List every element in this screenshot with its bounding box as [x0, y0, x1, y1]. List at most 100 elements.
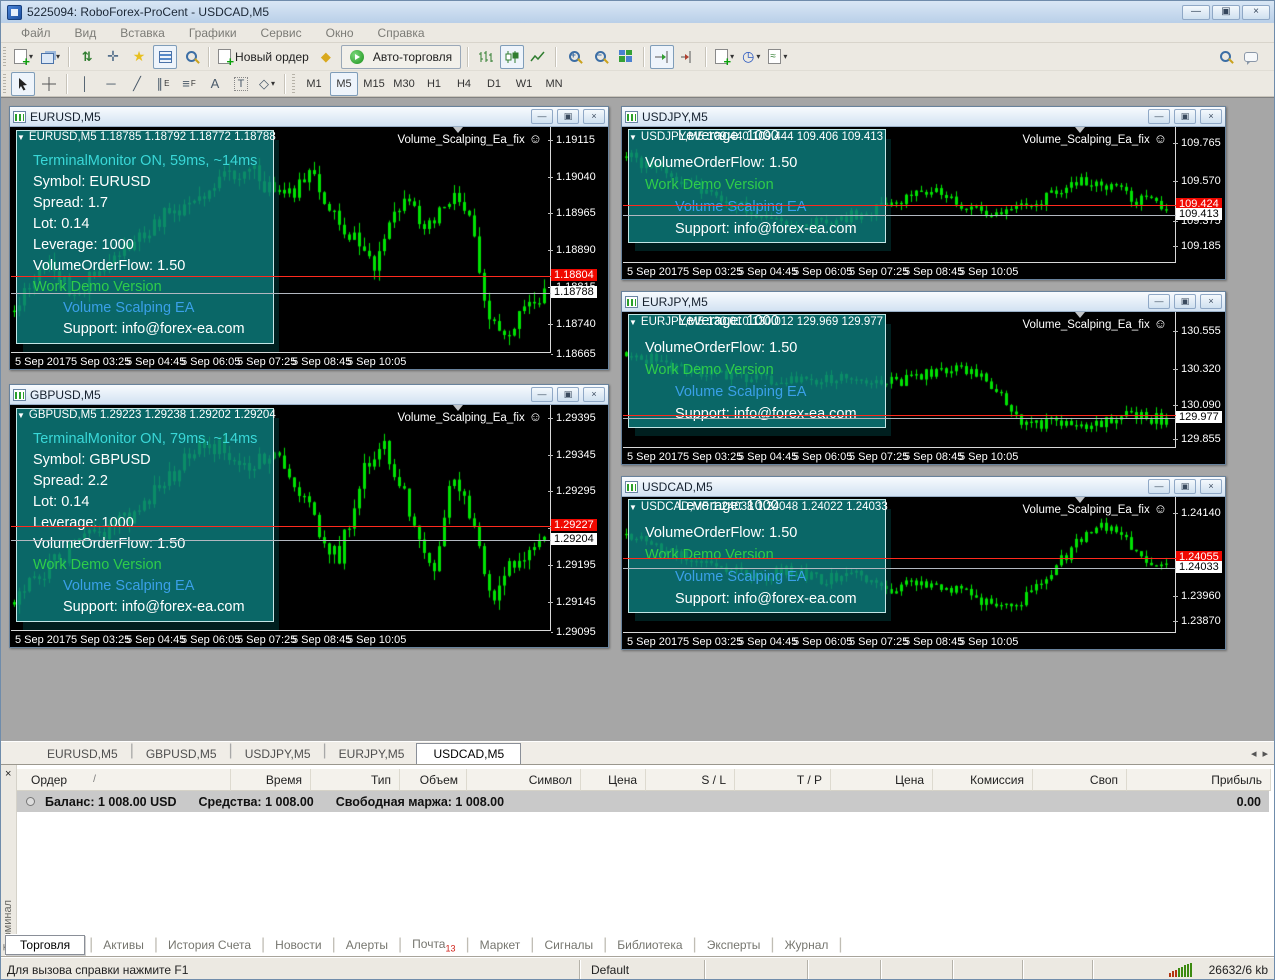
- chart-minimize-button[interactable]: —: [1148, 294, 1170, 309]
- profiles-button[interactable]: ▾: [38, 45, 63, 69]
- horizontal-line-tool[interactable]: ─: [99, 72, 123, 96]
- chart-restore-button[interactable]: ▣: [557, 109, 579, 124]
- navigator-button[interactable]: ★: [127, 45, 151, 69]
- chart-window-titlebar[interactable]: USDJPY,M5 — ▣ ×: [622, 107, 1225, 127]
- zoom-out-button[interactable]: −: [588, 45, 612, 69]
- terminal-tab-trade[interactable]: Торговля: [5, 935, 86, 955]
- chart-minimize-button[interactable]: —: [1148, 109, 1170, 124]
- terminal-close-icon[interactable]: ×: [5, 768, 11, 780]
- chart-area[interactable]: 1.24140 1.23960 1.23870 1.24055 1.24033 5 Sep…: [622, 497, 1225, 649]
- menu-item-3[interactable]: Графики: [177, 26, 249, 40]
- channel-tool[interactable]: ∥ E: [151, 72, 175, 96]
- metaeditor-button[interactable]: ◆: [314, 45, 338, 69]
- label-tool[interactable]: T: [229, 72, 253, 96]
- smiley-icon[interactable]: ☺: [529, 131, 542, 146]
- text-tool[interactable]: A: [203, 72, 227, 96]
- line-chart-button[interactable]: [526, 45, 550, 69]
- menu-item-6[interactable]: Справка: [366, 26, 437, 40]
- terminal-tab-4[interactable]: Алерты: [336, 938, 398, 952]
- window-restore-button[interactable]: ▣: [1212, 4, 1240, 20]
- terminal-tab-7[interactable]: Сигналы: [534, 938, 603, 952]
- chart-window-titlebar[interactable]: EURJPY,M5 — ▣ ×: [622, 292, 1225, 312]
- chart-minimize-button[interactable]: —: [531, 387, 553, 402]
- chart-close-button[interactable]: ×: [1200, 294, 1222, 309]
- timeframe-m30[interactable]: M30: [390, 72, 418, 96]
- price-scale[interactable]: 1.191151.190401.189651.188901.188151.187…: [548, 127, 608, 369]
- column-header-3[interactable]: Объем: [400, 769, 467, 791]
- price-scale[interactable]: 130.555 130.320 130.090 129.855 129.977: [1173, 312, 1225, 464]
- chart-close-button[interactable]: ×: [1200, 479, 1222, 494]
- chat-button[interactable]: [1239, 45, 1263, 69]
- column-header-6[interactable]: S / L: [646, 769, 735, 791]
- terminal-tab-3[interactable]: Новости: [265, 938, 331, 952]
- timeframe-d1[interactable]: D1: [480, 72, 508, 96]
- time-axis[interactable]: 5 Sep 2017 5 Sep 03:25 5 Sep 04:45 5 Sep 06…: [623, 447, 1176, 464]
- chart-shift-button[interactable]: [676, 45, 700, 69]
- terminal-tab-9[interactable]: Эксперты: [697, 938, 771, 952]
- column-header-order[interactable]: Ордер /: [17, 769, 231, 791]
- terminal-tab-8[interactable]: Библиотека: [607, 938, 692, 952]
- fibonacci-tool[interactable]: ≡ F: [177, 72, 201, 96]
- new-chart-button[interactable]: + ▾: [11, 45, 36, 69]
- status-profile[interactable]: Default: [591, 963, 629, 977]
- chart-restore-button[interactable]: ▣: [557, 387, 579, 402]
- chart-window-titlebar[interactable]: USDCAD,M5 — ▣ ×: [622, 477, 1225, 497]
- collapse-arrow-icon[interactable]: ▼: [17, 411, 25, 420]
- search-button[interactable]: [1213, 45, 1237, 69]
- timeframe-m5[interactable]: M5: [330, 71, 358, 96]
- timeframe-mn[interactable]: MN: [540, 72, 568, 96]
- column-header-10[interactable]: Своп: [1033, 769, 1127, 791]
- price-scale[interactable]: 109.765 109.570 109.375 109.185 109.424 109.4…: [1173, 127, 1225, 279]
- chart-close-button[interactable]: ×: [1200, 109, 1222, 124]
- window-close-button[interactable]: ×: [1242, 4, 1270, 20]
- chart-tab-eurjpy[interactable]: EURJPY,M5: [327, 744, 417, 764]
- timeframe-w1[interactable]: W1: [510, 72, 538, 96]
- terminal-tab-5[interactable]: Почта13: [402, 937, 465, 953]
- smiley-icon[interactable]: ☺: [1154, 501, 1167, 516]
- tab-scroll-left-button[interactable]: ◂: [1251, 747, 1257, 760]
- chart-restore-button[interactable]: ▣: [1174, 479, 1196, 494]
- tile-windows-button[interactable]: [614, 45, 638, 69]
- chart-tab-gbpusd[interactable]: GBPUSD,M5: [134, 744, 229, 764]
- terminal-tab-10[interactable]: Журнал: [775, 938, 839, 952]
- column-header-1[interactable]: Время: [231, 769, 311, 791]
- chart-tab-usdcad[interactable]: USDCAD,M5: [416, 743, 522, 765]
- bar-chart-button[interactable]: [474, 45, 498, 69]
- timeframe-h1[interactable]: H1: [420, 72, 448, 96]
- chart-minimize-button[interactable]: —: [531, 109, 553, 124]
- column-header-4[interactable]: Символ: [467, 769, 581, 791]
- column-header-11[interactable]: Прибыль: [1127, 769, 1271, 791]
- window-minimize-button[interactable]: —: [1182, 4, 1210, 20]
- column-header-2[interactable]: Тип: [311, 769, 400, 791]
- chart-tab-eurusd[interactable]: EURUSD,M5: [35, 744, 130, 764]
- time-axis[interactable]: 5 Sep 2017 5 Sep 03:25 5 Sep 04:45 5 Sep 06…: [623, 632, 1176, 649]
- time-axis[interactable]: 5 Sep 2017 5 Sep 03:25 5 Sep 04:45 5 Sep 06…: [623, 262, 1176, 279]
- new-order-button[interactable]: + Новый ордер: [215, 45, 312, 69]
- menu-item-1[interactable]: Вид: [63, 26, 109, 40]
- chart-close-button[interactable]: ×: [583, 109, 605, 124]
- smiley-icon[interactable]: ☺: [1154, 131, 1167, 146]
- menu-item-5[interactable]: Окно: [314, 26, 366, 40]
- price-scale[interactable]: 1.24140 1.23960 1.23870 1.24055 1.24033: [1173, 497, 1225, 649]
- collapse-arrow-icon[interactable]: ▼: [629, 503, 637, 512]
- chart-restore-button[interactable]: ▣: [1174, 294, 1196, 309]
- menu-item-0[interactable]: Файл: [9, 26, 63, 40]
- indicators-button[interactable]: + ▾: [712, 45, 737, 69]
- chart-window-titlebar[interactable]: EURUSD,M5 — ▣ ×: [10, 107, 608, 127]
- smiley-icon[interactable]: ☺: [1154, 316, 1167, 331]
- collapse-arrow-icon[interactable]: ▼: [629, 318, 637, 327]
- chart-restore-button[interactable]: ▣: [1174, 109, 1196, 124]
- menu-item-4[interactable]: Сервис: [249, 26, 314, 40]
- tab-scroll-right-button[interactable]: ▸: [1262, 747, 1268, 760]
- shapes-tool[interactable]: ◇ ▾: [255, 72, 279, 96]
- crosshair-tool-button[interactable]: [37, 72, 61, 96]
- collapse-arrow-icon[interactable]: ▼: [629, 133, 637, 142]
- trendline-tool[interactable]: ╱: [125, 72, 149, 96]
- terminal-tab-6[interactable]: Маркет: [470, 938, 531, 952]
- column-header-9[interactable]: Комиссия: [933, 769, 1033, 791]
- chart-tab-usdjpy[interactable]: USDJPY,M5: [233, 744, 323, 764]
- chart-window-titlebar[interactable]: GBPUSD,M5 — ▣ ×: [10, 385, 608, 405]
- terminal-tab-1[interactable]: Активы: [93, 938, 154, 952]
- zoom-in-button[interactable]: +: [562, 45, 586, 69]
- column-header-8[interactable]: Цена: [831, 769, 933, 791]
